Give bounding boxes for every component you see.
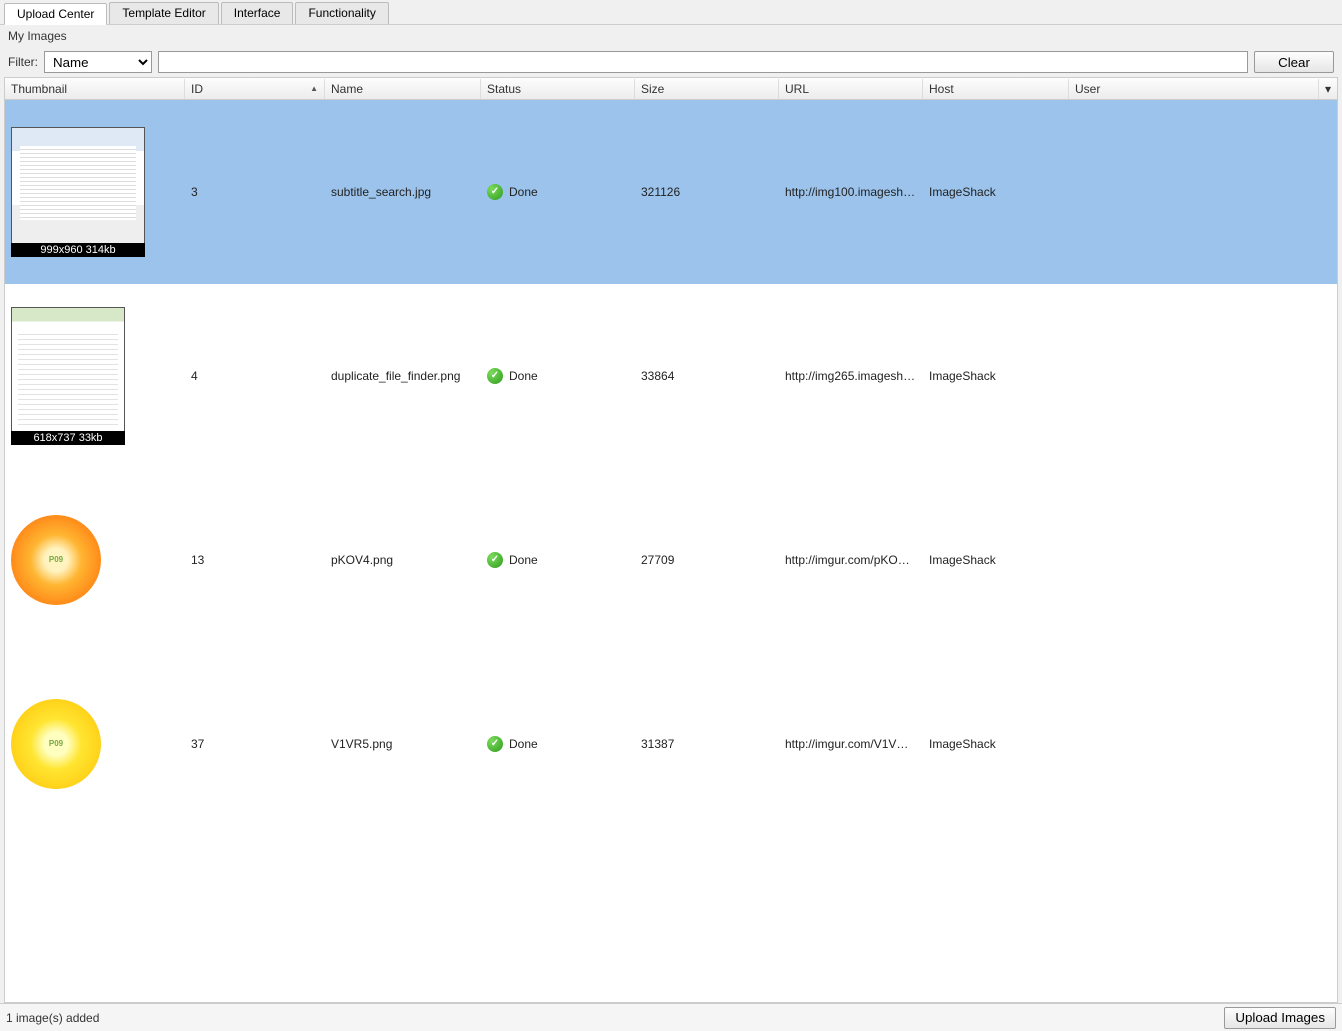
table-row[interactable]: 618x737 33kb 4duplicate_file_finder.png ✓ D…: [5, 284, 1337, 468]
cell-url: http://imgur.com/pKOV4....: [779, 550, 923, 570]
cell-id: 37: [185, 734, 325, 754]
check-icon: ✓: [487, 552, 503, 568]
cell-size: 321126: [635, 182, 779, 202]
thumbnail-image: 999x960 314kb: [11, 127, 145, 257]
cell-host: ImageShack: [923, 734, 1069, 754]
thumbnail-image: P09: [11, 515, 101, 605]
column-picker-icon[interactable]: ▾: [1319, 79, 1337, 99]
col-name[interactable]: Name: [325, 79, 481, 99]
thumbnail-caption: 618x737 33kb: [11, 431, 125, 445]
table-body: 999x960 314kb 3subtitle_search.jpg ✓ Done 32…: [5, 100, 1337, 1002]
cell-id: 4: [185, 366, 325, 386]
cell-thumbnail: 618x737 33kb: [5, 301, 185, 451]
cell-id: 3: [185, 182, 325, 202]
col-host[interactable]: Host: [923, 79, 1069, 99]
col-user[interactable]: User: [1069, 79, 1319, 99]
cell-status: ✓ Done: [481, 733, 635, 755]
section-title: My Images: [0, 25, 1342, 47]
thumbnail-caption: 999x960 314kb: [11, 243, 145, 257]
cell-user: [1069, 189, 1337, 195]
check-icon: ✓: [487, 736, 503, 752]
tab-bar: Upload CenterTemplate EditorInterfaceFun…: [0, 0, 1342, 25]
filter-field-select[interactable]: Name: [44, 51, 152, 73]
cell-thumbnail: P09: [5, 509, 185, 611]
cell-size: 27709: [635, 550, 779, 570]
cell-id: 13: [185, 550, 325, 570]
cell-status: ✓ Done: [481, 365, 635, 387]
table-row[interactable]: 999x960 314kb 3subtitle_search.jpg ✓ Done 32…: [5, 100, 1337, 284]
table-row[interactable]: P09 13pKOV4.png ✓ Done 27709http://imgur.com…: [5, 468, 1337, 652]
cell-name: V1VR5.png: [325, 734, 481, 754]
upload-images-button[interactable]: Upload Images: [1224, 1007, 1336, 1029]
cell-thumbnail: P09: [5, 693, 185, 795]
thumbnail-image: 618x737 33kb: [11, 307, 125, 445]
tab-functionality[interactable]: Functionality: [295, 2, 388, 24]
cell-user: [1069, 373, 1337, 379]
footer: 1 image(s) added Upload Images: [0, 1003, 1342, 1031]
col-url[interactable]: URL: [779, 79, 923, 99]
thumbnail-image: P09: [11, 699, 101, 789]
status-text: Done: [509, 553, 538, 567]
cell-url: http://img265.imageshack...: [779, 366, 923, 386]
cell-name: pKOV4.png: [325, 550, 481, 570]
col-size[interactable]: Size: [635, 79, 779, 99]
cell-size: 31387: [635, 734, 779, 754]
status-text: Done: [509, 369, 538, 383]
cell-status: ✓ Done: [481, 181, 635, 203]
filter-input[interactable]: [158, 51, 1248, 73]
cell-name: subtitle_search.jpg: [325, 182, 481, 202]
filter-row: Filter: Name Clear: [0, 47, 1342, 77]
tab-interface[interactable]: Interface: [221, 2, 294, 24]
status-text: Done: [509, 737, 538, 751]
cell-host: ImageShack: [923, 366, 1069, 386]
cell-host: ImageShack: [923, 550, 1069, 570]
col-status[interactable]: Status: [481, 79, 635, 99]
footer-status: 1 image(s) added: [6, 1011, 1224, 1025]
cell-host: ImageShack: [923, 182, 1069, 202]
check-icon: ✓: [487, 184, 503, 200]
filter-label: Filter:: [8, 55, 38, 69]
status-text: Done: [509, 185, 538, 199]
check-icon: ✓: [487, 368, 503, 384]
col-id[interactable]: ID ▲: [185, 79, 325, 99]
tab-template-editor[interactable]: Template Editor: [109, 2, 218, 24]
cell-user: [1069, 557, 1337, 563]
table-row[interactable]: P09 37V1VR5.png ✓ Done 31387http://imgur.com…: [5, 652, 1337, 836]
cell-status: ✓ Done: [481, 549, 635, 571]
cell-size: 33864: [635, 366, 779, 386]
sort-asc-icon: ▲: [310, 84, 318, 93]
table-header: Thumbnail ID ▲ Name Status Size URL Host…: [5, 78, 1337, 100]
cell-url: http://imgur.com/V1VR5.p...: [779, 734, 923, 754]
tab-upload-center[interactable]: Upload Center: [4, 3, 107, 25]
clear-button[interactable]: Clear: [1254, 51, 1334, 73]
cell-user: [1069, 741, 1337, 747]
cell-name: duplicate_file_finder.png: [325, 366, 481, 386]
cell-thumbnail: 999x960 314kb: [5, 121, 185, 263]
cell-url: http://img100.imageshack...: [779, 182, 923, 202]
col-thumbnail[interactable]: Thumbnail: [5, 79, 185, 99]
col-id-label: ID: [191, 82, 203, 96]
image-table: Thumbnail ID ▲ Name Status Size URL Host…: [4, 77, 1338, 1003]
